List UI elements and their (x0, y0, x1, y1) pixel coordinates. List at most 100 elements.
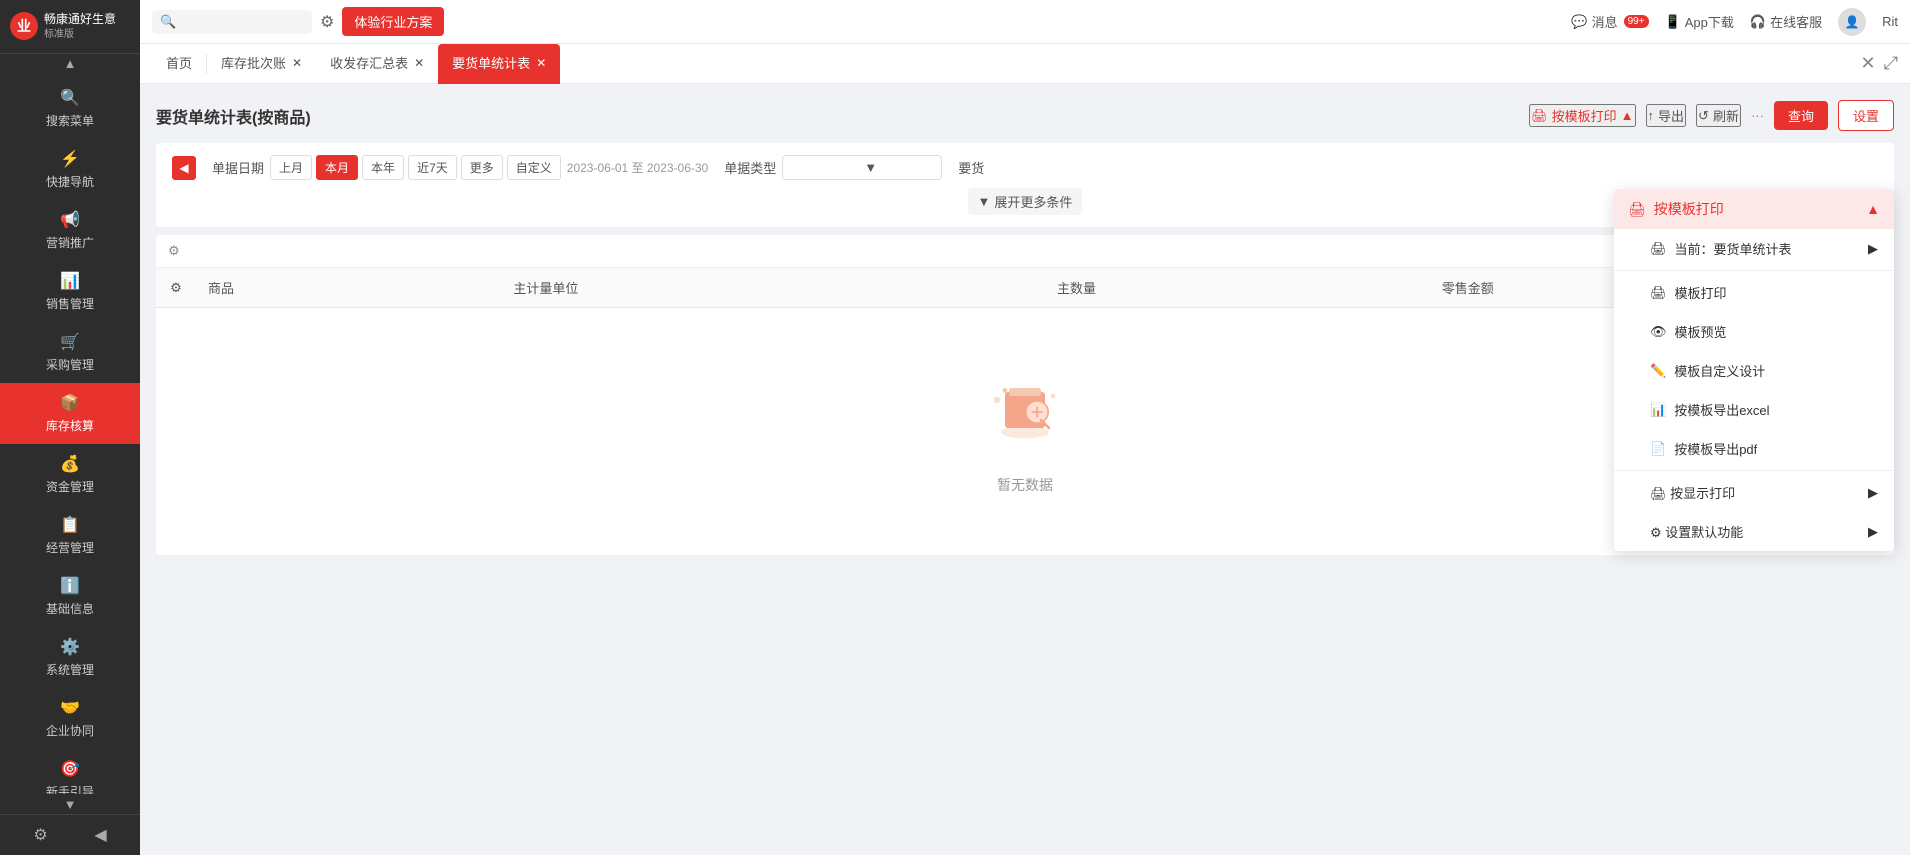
page-content: 要货单统计表(按商品) 🖨 按模板打印 ▲ ↑ 导出 ↺ 刷新 ··· 查询 设… (140, 84, 1910, 855)
sidebar-item-label: 采购管理 (46, 356, 94, 373)
sidebar-item-finance[interactable]: 💰 资金管理 (0, 444, 140, 505)
download-icon: 📱 (1665, 14, 1681, 30)
tab-inventory-batch[interactable]: 库存批次账 ✕ (207, 44, 316, 84)
dropdown-item-template-pdf[interactable]: 📄 按模板导出pdf (1614, 429, 1894, 468)
date-btn-custom[interactable]: 自定义 (507, 155, 561, 180)
sidebar-item-marketing[interactable]: 📢 营销推广 (0, 200, 140, 261)
logo-name: 畅康通好生意 (44, 12, 116, 28)
sidebar-item-system[interactable]: ⚙️ 系统管理 (0, 627, 140, 688)
sidebar-nav: 🔍 搜索菜单 ⚡ 快捷导航 📢 营销推广 📊 销售管理 🛒 采购管理 📦 库存核… (0, 74, 140, 794)
industry-btn[interactable]: 体验行业方案 (342, 7, 444, 36)
collab-icon: 🤝 (60, 698, 80, 718)
chevron-down-icon: ▼ (864, 160, 933, 175)
chevron-up-icon: ▲ (1621, 108, 1634, 123)
search-input[interactable] (180, 15, 304, 29)
sidebar-item-label: 销售管理 (46, 295, 94, 312)
dropdown-header[interactable]: 🖨 按模板打印 ▲ (1614, 189, 1894, 229)
notifications-btn[interactable]: 💬 消息 99+ (1571, 12, 1648, 31)
more-options-icon[interactable]: ··· (1751, 108, 1764, 123)
sidebar-item-operation[interactable]: 📋 经营管理 (0, 505, 140, 566)
pdf-icon: 📄 (1650, 441, 1666, 457)
dropdown-current-item[interactable]: 🖨 当前：要货单统计表 ▶ (1614, 229, 1894, 268)
avatar[interactable]: 👤 (1838, 8, 1866, 36)
empty-icon (985, 368, 1065, 463)
tab-home[interactable]: 首页 (152, 44, 206, 84)
tab-label: 要货单统计表 (452, 53, 530, 72)
date-btn-last-month[interactable]: 上月 (270, 155, 312, 180)
date-btn-7days[interactable]: 近7天 (408, 155, 457, 180)
item-label: 设置默认功能 (1665, 525, 1743, 540)
display-print-icon: 🖨 (1650, 486, 1667, 501)
date-buttons: 上月 本月 本年 近7天 更多 自定义 (270, 155, 561, 180)
current-item-left: 🖨 当前：要货单统计表 (1650, 239, 1792, 258)
close-tab-icon[interactable]: ✕ (414, 56, 424, 70)
collapse-filter-btn[interactable]: ◀ (172, 156, 196, 180)
dropdown-header-left: 🖨 按模板打印 (1628, 199, 1724, 219)
printer-icon: 🖨 (1531, 108, 1548, 124)
sidebar-item-collab[interactable]: 🤝 企业协同 (0, 688, 140, 749)
tab-receipt-summary[interactable]: 收发存汇总表 ✕ (316, 44, 438, 84)
query-btn[interactable]: 查询 (1774, 101, 1828, 130)
sidebar-item-purchase[interactable]: 🛒 采购管理 (0, 322, 140, 383)
page-header: 要货单统计表(按商品) 🖨 按模板打印 ▲ ↑ 导出 ↺ 刷新 ··· 查询 设… (156, 100, 1894, 131)
date-filter-group: 单据日期 上月 本月 本年 近7天 更多 自定义 2023-06-01 至 20… (212, 155, 708, 180)
close-all-icon[interactable]: ✕ (1861, 53, 1876, 74)
dropdown-item-display-print[interactable]: 🖨 按显示打印 ▶ (1614, 473, 1894, 512)
type-select[interactable]: ▼ (782, 155, 942, 180)
dropdown-item-template-excel[interactable]: 📊 按模板导出excel (1614, 390, 1894, 429)
print-btn[interactable]: 🖨 按模板打印 ▲ (1529, 104, 1635, 127)
refresh-btn[interactable]: ↺ 刷新 (1696, 104, 1741, 127)
inventory-icon: 📦 (60, 393, 80, 413)
sidebar-item-label: 快捷导航 (46, 173, 94, 190)
dropdown-item-template-design[interactable]: ✏️ 模板自定义设计 (1614, 351, 1894, 390)
marketing-icon: 📢 (60, 210, 80, 230)
chevron-right-icon: ▶ (1868, 485, 1878, 501)
settings-btn[interactable]: 设置 (1838, 100, 1894, 131)
search-box[interactable]: 🔍 (152, 10, 312, 34)
gear-icon[interactable]: ⚙ (320, 12, 334, 32)
expand-filter-btn[interactable]: ▼ 展开更多条件 (968, 188, 1083, 215)
dropdown-item-template-preview[interactable]: 👁 模板预览 (1614, 312, 1894, 351)
dropdown-item-set-default[interactable]: ⚙ 设置默认功能 ▶ (1614, 512, 1894, 551)
sidebar-item-inventory[interactable]: 📦 库存核算 (0, 383, 140, 444)
operation-icon: 📋 (60, 515, 80, 535)
col-product: 商品 (196, 268, 501, 308)
logo-sub: 标准版 (44, 28, 116, 41)
bell-icon: 💬 (1571, 14, 1587, 30)
search-icon: 🔍 (160, 14, 176, 30)
main-content: 🔍 ⚙ 体验行业方案 💬 消息 99+ 📱 App下载 🎧 在线客服 👤 Rit (140, 0, 1910, 855)
printer-header-icon: 🖨 (1628, 201, 1646, 218)
sidebar-item-guide[interactable]: 🎯 新手引导 (0, 749, 140, 794)
sidebar-item-sales[interactable]: 📊 销售管理 (0, 261, 140, 322)
yh-filter-group: 要货 (958, 158, 984, 177)
sidebar-item-label: 经营管理 (46, 539, 94, 556)
sidebar: 业 畅康通好生意 标准版 ▲ 🔍 搜索菜单 ⚡ 快捷导航 📢 营销推广 📊 销售… (0, 0, 140, 855)
tab-order-stats[interactable]: 要货单统计表 ✕ (438, 44, 560, 84)
sidebar-item-search[interactable]: 🔍 搜索菜单 (0, 78, 140, 139)
print-dropdown-menu: 🖨 按模板打印 ▲ 🖨 当前：要货单统计表 ▶ 🖨 模板打印 (1614, 189, 1894, 551)
template-print-icon: 🖨 (1650, 285, 1667, 301)
logo-char: 业 (17, 16, 31, 36)
chevron-right-icon: ▶ (1868, 524, 1878, 540)
app-download-btn[interactable]: 📱 App下载 (1665, 12, 1734, 31)
scroll-up-button[interactable]: ▲ (0, 54, 140, 74)
sidebar-item-basic[interactable]: ℹ️ 基础信息 (0, 566, 140, 627)
settings-bottom-icon[interactable]: ⚙ (33, 825, 47, 845)
close-tab-icon[interactable]: ✕ (292, 56, 302, 70)
tab-home-label: 首页 (166, 53, 192, 72)
shortcut-icon: ⚡ (60, 149, 80, 169)
scroll-down-button[interactable]: ▼ (0, 794, 140, 814)
toggle-icon[interactable]: ◀ (94, 825, 106, 845)
online-service-btn[interactable]: 🎧 在线客服 (1750, 12, 1822, 31)
export-btn[interactable]: ↑ 导出 (1646, 104, 1687, 127)
item-left: 📊 按模板导出excel (1650, 400, 1770, 419)
dropdown-item-template-print[interactable]: 🖨 模板打印 (1614, 273, 1894, 312)
expand-tabs-icon[interactable]: ⤢ (1884, 53, 1898, 74)
sidebar-item-shortcut[interactable]: ⚡ 快捷导航 (0, 139, 140, 200)
date-btn-more[interactable]: 更多 (461, 155, 503, 180)
item-left: 👁 模板预览 (1650, 322, 1727, 341)
date-btn-this-month[interactable]: 本月 (316, 155, 358, 180)
date-btn-this-year[interactable]: 本年 (362, 155, 404, 180)
close-tab-icon[interactable]: ✕ (536, 56, 546, 70)
table-settings-icon[interactable]: ⚙ (168, 243, 180, 259)
